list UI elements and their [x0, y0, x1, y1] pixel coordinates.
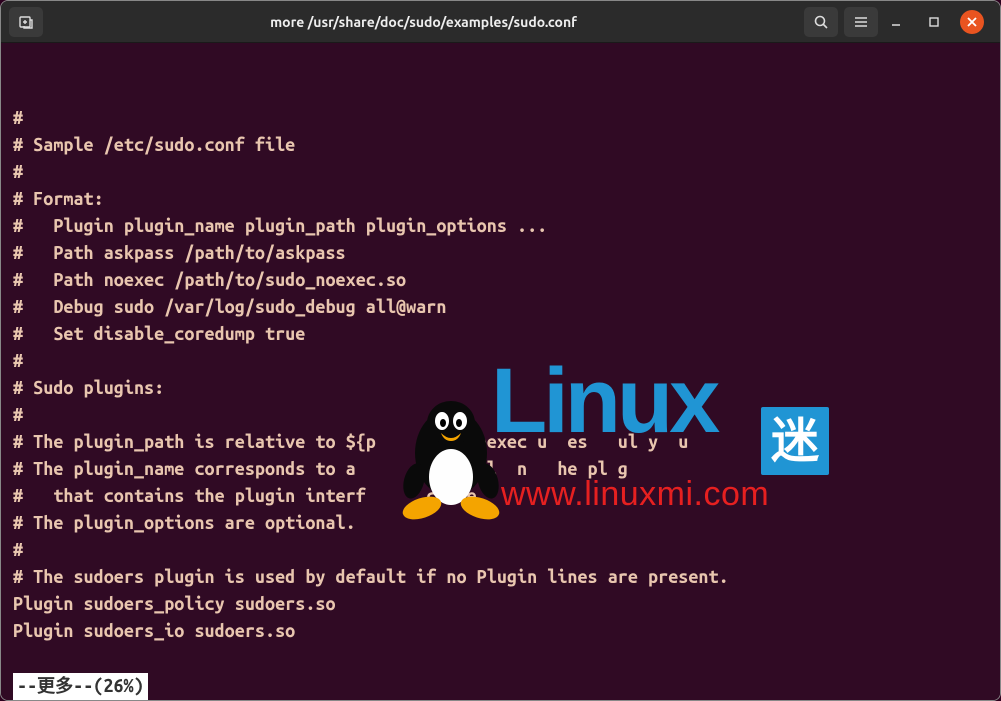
terminal-line: Plugin sudoers_policy sudoers.so [13, 591, 988, 618]
hamburger-icon [853, 14, 869, 30]
new-tab-icon [18, 14, 34, 30]
terminal-line: Plugin sudoers_io sudoers.so [13, 618, 988, 645]
menu-button[interactable] [844, 7, 878, 37]
terminal-lines: ## Sample /etc/sudo.conf file## Format:#… [13, 105, 988, 699]
terminal-line: # Plugin plugin_name plugin_path plugin_… [13, 213, 988, 240]
terminal-line: # [13, 159, 988, 186]
terminal-line: # Path noexec /path/to/sudo_noexec.so [13, 267, 988, 294]
window-title: more /usr/share/doc/sudo/examples/sudo.c… [49, 14, 798, 30]
terminal-line: # The sudoers plugin is used by default … [13, 564, 988, 591]
terminal-line: # Format: [13, 186, 988, 213]
more-prompt: --更多--(26%) [13, 673, 148, 700]
terminal-line: # [13, 672, 988, 699]
terminal-line: # Sudo plugins: [13, 375, 988, 402]
terminal-line: # Sample /etc/sudo.conf file [13, 132, 988, 159]
terminal-line: # The plugin_path is relative to ${p x}/… [13, 429, 988, 456]
maximize-icon [928, 16, 940, 28]
close-button[interactable] [960, 10, 984, 34]
terminal-line: # [13, 348, 988, 375]
terminal-line: # The plugin_options are optional. [13, 510, 988, 537]
window-titlebar: more /usr/share/doc/sudo/examples/sudo.c… [1, 1, 1000, 43]
terminal-line: # Set disable_coredump true [13, 321, 988, 348]
maximize-button[interactable] [922, 10, 946, 34]
terminal-content[interactable]: ## Sample /etc/sudo.conf file## Format:#… [1, 43, 1000, 700]
terminal-line: # The plugin_name corresponds to a sy bo… [13, 456, 988, 483]
search-button[interactable] [804, 7, 838, 37]
minimize-icon [889, 15, 903, 29]
terminal-line: # Path askpass /path/to/askpass [13, 240, 988, 267]
search-icon [813, 14, 829, 30]
terminal-line: # that contains the plugin interf cture [13, 483, 988, 510]
close-icon [966, 16, 978, 28]
new-tab-button[interactable] [9, 7, 43, 37]
terminal-line: # [13, 402, 988, 429]
terminal-line: # [13, 105, 988, 132]
terminal-line: # [13, 537, 988, 564]
minimize-button[interactable] [884, 10, 908, 34]
terminal-line [13, 645, 988, 672]
terminal-line: # Debug sudo /var/log/sudo_debug all@war… [13, 294, 988, 321]
